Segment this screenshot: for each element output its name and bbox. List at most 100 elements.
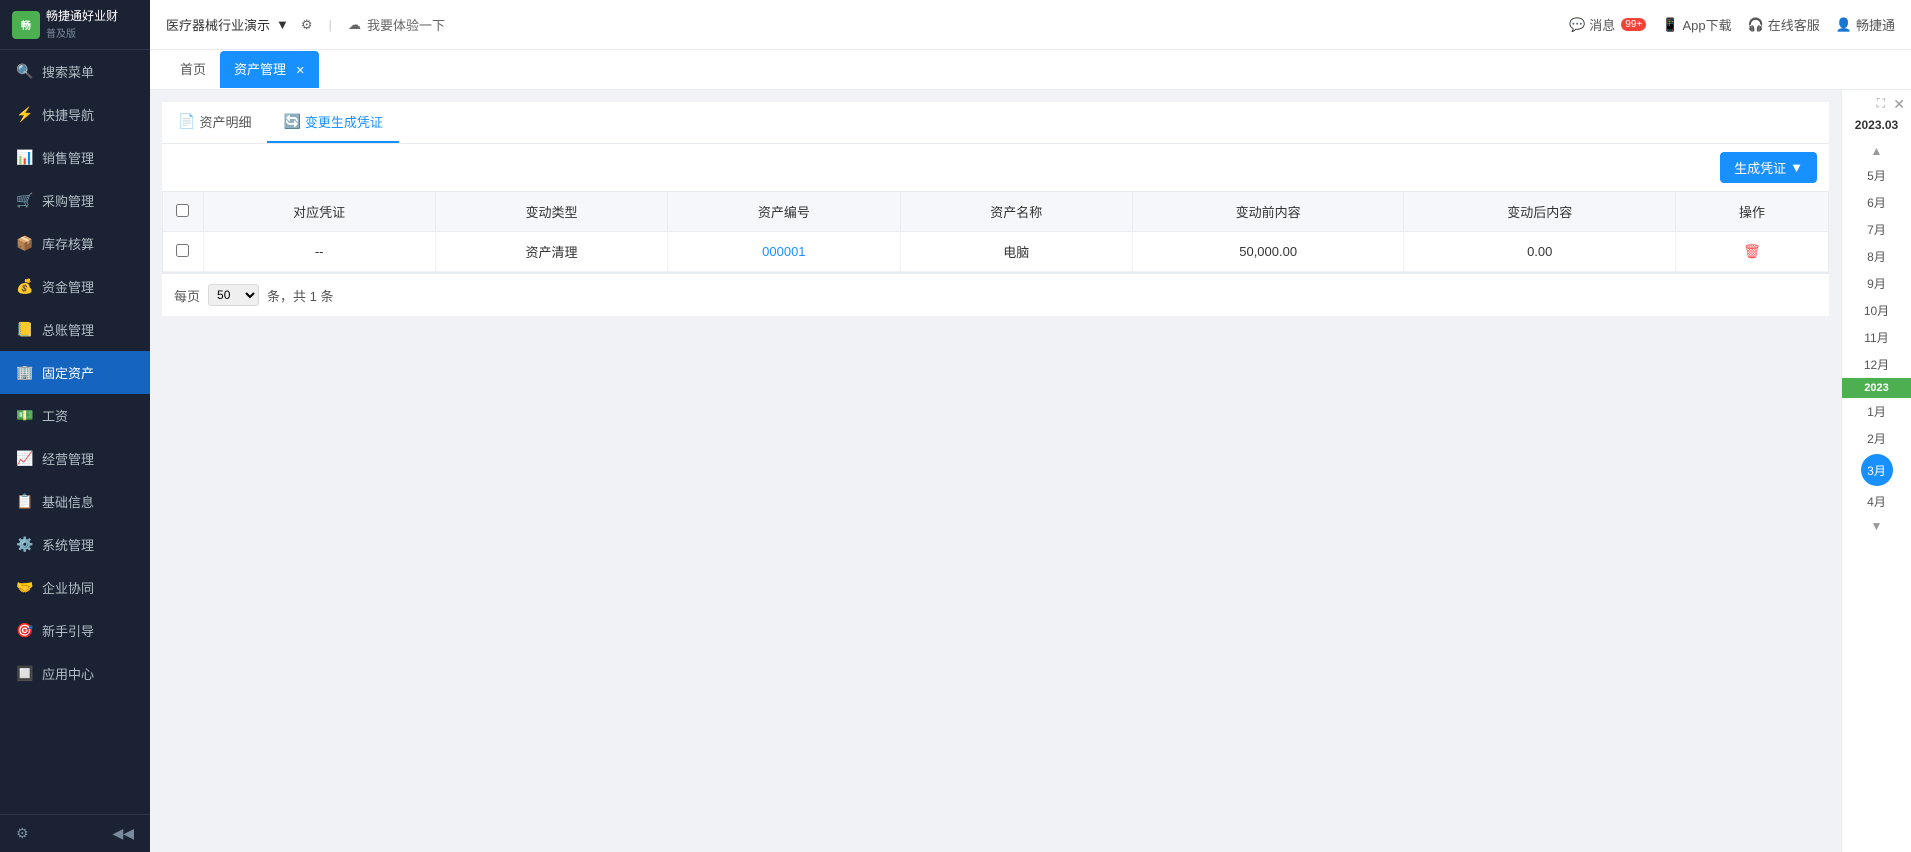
col-voucher: 对应凭证 — [203, 192, 435, 232]
cloud-icon: ☁ — [348, 17, 361, 33]
month-7[interactable]: 7月 — [1842, 216, 1911, 243]
download-icon: 📱 — [1662, 17, 1678, 33]
month-1[interactable]: 1月 — [1842, 398, 1911, 425]
per-page-label: 每页 — [174, 286, 200, 305]
asset-detail-icon: 📄 — [178, 113, 195, 130]
topbar-right: 💬 消息 99+ 📱 App下载 🎧 在线客服 👤 畅捷通 — [1569, 15, 1895, 34]
row-op: 🗑 — [1676, 232, 1828, 272]
experience-button[interactable]: ☁ 我要体验一下 — [348, 15, 445, 34]
sidebar-item-label: 系统管理 — [42, 535, 94, 554]
inventory-icon: 📦 — [16, 235, 34, 252]
month-12[interactable]: 12月 — [1842, 351, 1911, 378]
main-content: 医疗器械行业演示 ▼ ⚙ | ☁ 我要体验一下 💬 消息 99+ 📱 App下载 — [150, 0, 1911, 852]
select-all-checkbox[interactable] — [176, 204, 189, 217]
app-download-button[interactable]: 📱 App下载 — [1662, 15, 1731, 34]
sidebar-item-capital[interactable]: 💰 资金管理 — [0, 265, 150, 308]
expand-icon[interactable]: ⛶ — [1877, 96, 1885, 111]
user-icon: 👤 — [1836, 17, 1852, 33]
message-badge: 99+ — [1621, 18, 1646, 31]
sidebar-item-operation[interactable]: 📈 经营管理 — [0, 437, 150, 480]
search-icon: 🔍 — [16, 63, 34, 80]
sidebar-item-sales[interactable]: 📊 销售管理 — [0, 136, 150, 179]
user-menu[interactable]: 👤 畅捷通 — [1836, 15, 1895, 34]
data-table: 对应凭证 变动类型 资产编号 资产名称 — [162, 191, 1829, 273]
scroll-down-button[interactable]: ▼ — [1842, 515, 1911, 537]
pagination: 每页 50 10 20 100 条，共 1 条 — [162, 273, 1829, 316]
scroll-up-button[interactable]: ▲ — [1842, 140, 1911, 162]
sidebar-item-fixed-assets[interactable]: 🏢 固定资产 — [0, 351, 150, 394]
sidebar-item-system[interactable]: ⚙️ 系统管理 — [0, 523, 150, 566]
topbar: 医疗器械行业演示 ▼ ⚙ | ☁ 我要体验一下 💬 消息 99+ 📱 App下载 — [150, 0, 1911, 50]
sidebar-item-label: 应用中心 — [42, 664, 94, 683]
date-panel-scroll: ▲ 5月 6月 7月 8月 9月 10月 11月 12月 2023 1月 2月 … — [1842, 140, 1911, 852]
table: 对应凭证 变动类型 资产编号 资产名称 — [163, 192, 1828, 272]
sidebar-item-purchase[interactable]: 🛒 采购管理 — [0, 179, 150, 222]
customer-service-label: 在线客服 — [1768, 15, 1820, 34]
collapse-icon[interactable]: ◀◀ — [112, 825, 134, 842]
enterprise-icon: 🤝 — [16, 579, 34, 596]
sidebar-item-inventory[interactable]: 📦 库存核算 — [0, 222, 150, 265]
message-button[interactable]: 💬 消息 99+ — [1569, 15, 1646, 34]
month-3[interactable]: 3月 — [1861, 454, 1893, 486]
close-panel-button[interactable]: ✕ — [1893, 96, 1905, 113]
chevron-down-icon: ▼ — [1790, 160, 1803, 175]
month-4[interactable]: 4月 — [1842, 488, 1911, 515]
date-panel: ⛶ ✕ 2023.03 ▲ 5月 6月 7月 8月 9月 10月 11月 12月… — [1841, 90, 1911, 852]
month-6[interactable]: 6月 — [1842, 189, 1911, 216]
content-area: 📄 资产明细 🔄 变更生成凭证 生成凭证 ▼ — [150, 90, 1911, 852]
month-10[interactable]: 10月 — [1842, 297, 1911, 324]
sidebar-item-quick-nav[interactable]: ⚡ 快捷导航 — [0, 93, 150, 136]
message-icon: 💬 — [1569, 17, 1585, 33]
col-asset-no: 资产编号 — [668, 192, 900, 232]
purchase-icon: 🛒 — [16, 192, 34, 209]
sidebar-item-app-center[interactable]: 🔲 应用中心 — [0, 652, 150, 695]
service-icon: 🎧 — [1748, 17, 1764, 33]
month-2[interactable]: 2月 — [1842, 425, 1911, 452]
sidebar-bottom: ⚙ ◀◀ — [0, 814, 150, 852]
delete-row-button[interactable]: 🗑 — [1743, 243, 1761, 260]
month-8[interactable]: 8月 — [1842, 243, 1911, 270]
generate-voucher-button[interactable]: 生成凭证 ▼ — [1720, 152, 1817, 183]
sidebar-item-label: 经营管理 — [42, 449, 94, 468]
ledger-icon: 📒 — [16, 321, 34, 338]
pagination-total: 条，共 1 条 — [267, 286, 333, 305]
change-voucher-icon: 🔄 — [283, 113, 300, 130]
quick-nav-icon: ⚡ — [16, 106, 34, 123]
sidebar-item-salary[interactable]: 💵 工资 — [0, 394, 150, 437]
company-selector[interactable]: 医疗器械行业演示 ▼ — [166, 15, 289, 34]
sidebar-item-basic-info[interactable]: 📋 基础信息 — [0, 480, 150, 523]
tab-asset-mgmt[interactable]: 资产管理 ✕ — [220, 51, 319, 88]
month-5[interactable]: 5月 — [1842, 162, 1911, 189]
sidebar-item-enterprise[interactable]: 🤝 企业协同 — [0, 566, 150, 609]
sidebar-item-label: 资金管理 — [42, 277, 94, 296]
tab-close-icon[interactable]: ✕ — [296, 65, 305, 77]
company-name: 医疗器械行业演示 — [166, 15, 270, 34]
row-asset-name: 电脑 — [900, 232, 1132, 272]
select-all-header — [163, 192, 203, 232]
customer-service-button[interactable]: 🎧 在线客服 — [1748, 15, 1820, 34]
username: 畅捷通 — [1856, 15, 1895, 34]
month-11[interactable]: 11月 — [1842, 324, 1911, 351]
table-body: -- 资产清理 000001 电脑 50,000.00 0.00 🗑 — [163, 232, 1828, 272]
tab-home[interactable]: 首页 — [166, 51, 220, 88]
sidebar-item-search[interactable]: 🔍 搜索菜单 — [0, 50, 150, 93]
sidebar-item-ledger[interactable]: 📒 总账管理 — [0, 308, 150, 351]
settings-icon[interactable]: ⚙ — [16, 825, 29, 842]
subtabs: 📄 资产明细 🔄 变更生成凭证 — [162, 102, 1829, 144]
chevron-down-icon: ▼ — [276, 17, 289, 32]
subtab-asset-detail[interactable]: 📄 资产明细 — [162, 102, 267, 143]
row-voucher: -- — [203, 232, 435, 272]
row-checkbox[interactable] — [176, 244, 189, 257]
subtab-change-voucher[interactable]: 🔄 变更生成凭证 — [267, 102, 398, 143]
month-9[interactable]: 9月 — [1842, 270, 1911, 297]
sales-icon: 📊 — [16, 149, 34, 166]
subtab-asset-detail-label: 资产明细 — [199, 112, 251, 131]
sidebar-item-guide[interactable]: 🎯 新手引导 — [0, 609, 150, 652]
year-2023-label[interactable]: 2023 — [1842, 378, 1911, 398]
col-after: 变动后内容 — [1404, 192, 1676, 232]
row-asset-no: 000001 — [668, 232, 900, 272]
generate-voucher-label: 生成凭证 — [1734, 158, 1786, 177]
topbar-settings-icon[interactable]: ⚙ — [301, 17, 313, 33]
guide-icon: 🎯 — [16, 622, 34, 639]
per-page-select[interactable]: 50 10 20 100 — [208, 284, 259, 306]
